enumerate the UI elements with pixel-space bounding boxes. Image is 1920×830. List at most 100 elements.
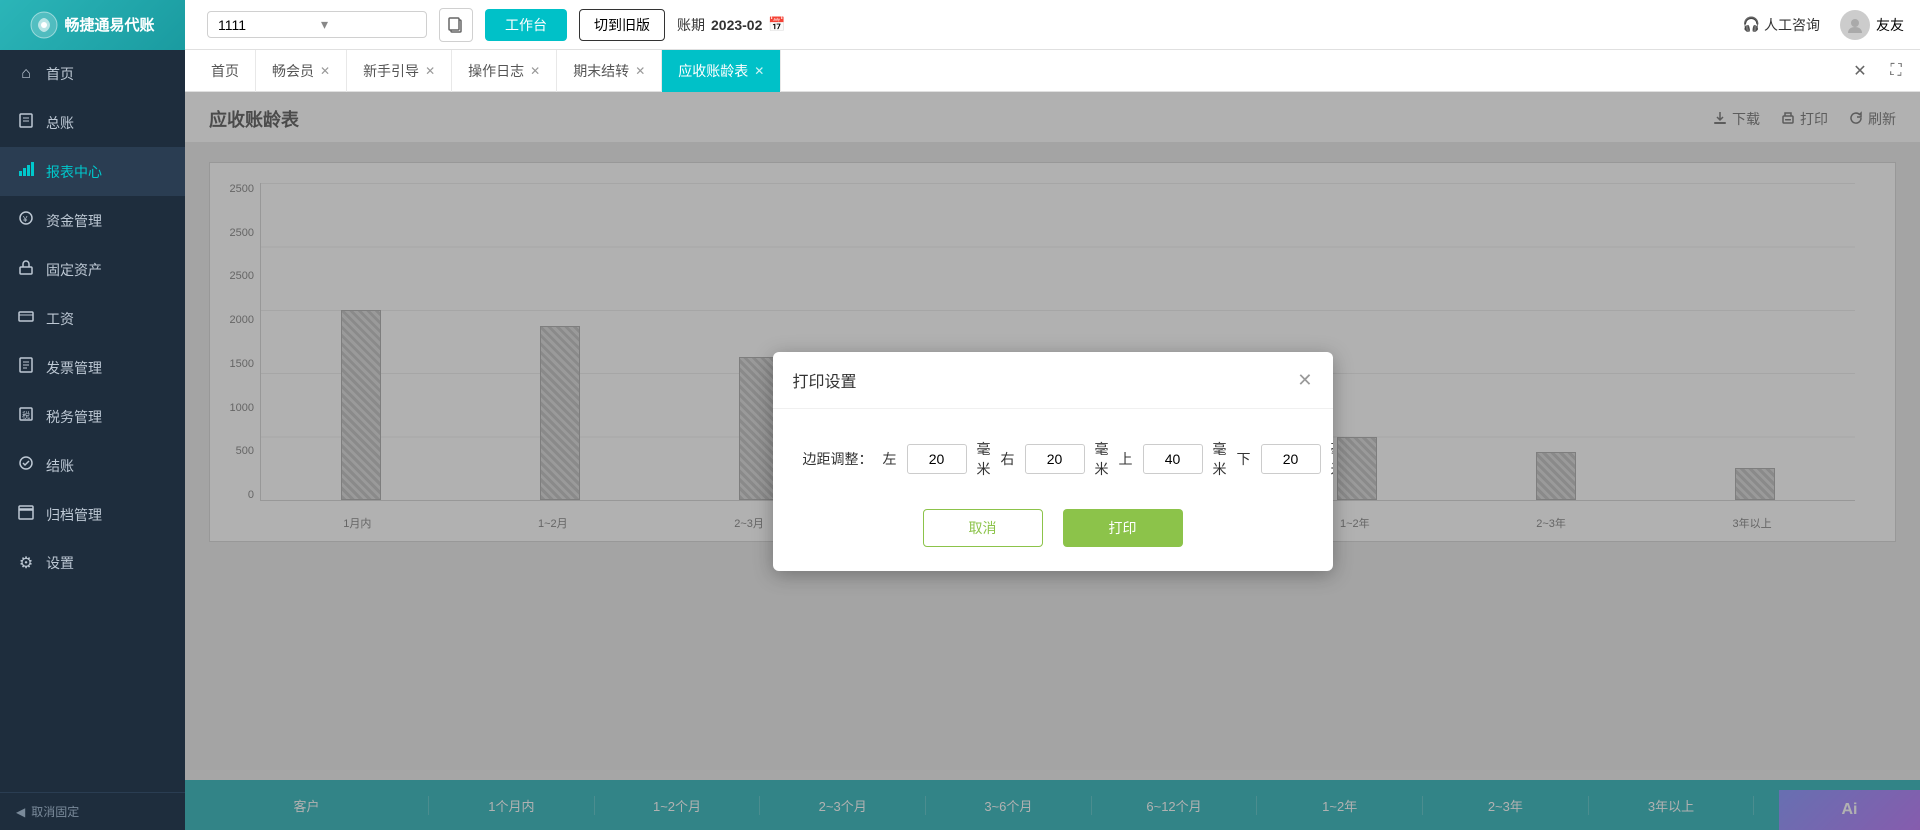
copy-button[interactable]	[439, 8, 473, 42]
print-confirm-button[interactable]: 打印	[1063, 509, 1183, 547]
tab-close-guide[interactable]: ✕	[425, 65, 435, 77]
calendar-icon[interactable]: 📅	[768, 16, 785, 33]
sidebar-item-assets[interactable]: 固定资产	[0, 245, 185, 294]
left-direction-label: 左	[883, 449, 897, 469]
dialog-header: 打印设置 ✕	[773, 352, 1333, 409]
sidebar: ⌂ 首页 总账 报表中心 ¥ 资金管理	[0, 50, 185, 830]
right-unit: 毫米	[1095, 439, 1109, 479]
unpin-label: 取消固定	[31, 803, 79, 820]
tab-oplog[interactable]: 操作日志 ✕	[452, 50, 557, 92]
sidebar-item-label: 资金管理	[46, 211, 102, 231]
ledger-icon	[16, 112, 36, 133]
sidebar-item-reports[interactable]: 报表中心	[0, 147, 185, 196]
tab-member[interactable]: 畅会员 ✕	[256, 50, 347, 92]
funds-icon: ¥	[16, 210, 36, 231]
consult-label: 人工咨询	[1764, 15, 1820, 35]
modal-overlay: 打印设置 ✕ 边距调整： 左 毫米 右 毫米 上	[185, 92, 1920, 830]
sidebar-item-label: 归档管理	[46, 505, 102, 525]
sidebar-item-home[interactable]: ⌂ 首页	[0, 50, 185, 98]
margin-row: 边距调整： 左 毫米 右 毫米 上 毫米 下 毫米	[803, 439, 1303, 479]
top-margin-input[interactable]	[1143, 444, 1203, 474]
dialog-title: 打印设置	[793, 368, 857, 392]
archive-icon	[16, 504, 36, 525]
margin-label: 边距调整：	[803, 449, 873, 469]
period-area: 账期 2023-02 📅	[677, 15, 786, 35]
cancel-button[interactable]: 取消	[923, 509, 1043, 547]
tab-label: 畅会员	[272, 61, 314, 81]
dropdown-icon: ▾	[321, 16, 416, 33]
tab-close-oplog[interactable]: ✕	[530, 65, 540, 77]
settle-icon	[16, 455, 36, 476]
tab-label: 应收账龄表	[678, 61, 748, 81]
sidebar-item-label: 首页	[46, 64, 74, 84]
tab-label: 期末结转	[573, 61, 629, 81]
header-right: 🎧 人工咨询 友友	[1743, 10, 1904, 40]
bottom-unit: 毫米	[1331, 439, 1333, 479]
period-label: 账期	[677, 15, 705, 35]
sidebar-item-label: 总账	[46, 113, 74, 133]
sidebar-item-settings[interactable]: ⚙ 设置	[0, 539, 185, 587]
company-name: 1111	[218, 17, 313, 33]
tab-close-yearend[interactable]: ✕	[635, 65, 645, 77]
sidebar-item-settle[interactable]: 结账	[0, 441, 185, 490]
sidebar-item-label: 发票管理	[46, 358, 102, 378]
left-unit: 毫米	[977, 439, 991, 479]
app-header: 畅捷通易代账 1111 ▾ 工作台 切到旧版 账期 2023-02 📅 🎧 人工…	[0, 0, 1920, 50]
dialog-close-button[interactable]: ✕	[1297, 371, 1312, 389]
tab-label: 操作日志	[468, 61, 524, 81]
sidebar-item-label: 税务管理	[46, 407, 102, 427]
payroll-icon	[16, 308, 36, 329]
bottom-margin-input[interactable]	[1261, 444, 1321, 474]
consult-button[interactable]: 🎧 人工咨询	[1743, 15, 1820, 35]
tab-aging[interactable]: 应收账龄表 ✕	[662, 50, 781, 92]
avatar	[1840, 10, 1870, 40]
sidebar-item-label: 结账	[46, 456, 74, 476]
print-settings-dialog: 打印设置 ✕ 边距调整： 左 毫米 右 毫米 上	[773, 352, 1333, 571]
tab-close-member[interactable]: ✕	[320, 65, 330, 77]
headset-icon: 🎧	[1743, 16, 1760, 33]
close-tab-button[interactable]: ✕	[1846, 57, 1874, 85]
home-icon: ⌂	[16, 65, 36, 83]
tabs-bar: 首页 畅会员 ✕ 新手引导 ✕ 操作日志 ✕ 期末结转 ✕ 应收账龄表 ✕	[185, 50, 1920, 92]
right-margin-input[interactable]	[1025, 444, 1085, 474]
app-logo: 畅捷通易代账	[0, 0, 185, 50]
tab-close-aging[interactable]: ✕	[754, 65, 764, 77]
top-direction-label: 上	[1119, 449, 1133, 469]
period-value: 2023-02	[711, 17, 762, 33]
reports-icon	[16, 161, 36, 182]
workbench-button[interactable]: 工作台	[485, 9, 567, 41]
page-body: 应收账龄表 下载 打印	[185, 92, 1920, 830]
switch-version-button[interactable]: 切到旧版	[579, 9, 665, 41]
company-selector[interactable]: 1111 ▾	[207, 11, 427, 38]
left-margin-input[interactable]	[907, 444, 967, 474]
sidebar-item-archive[interactable]: 归档管理	[0, 490, 185, 539]
svg-text:税: 税	[22, 410, 30, 420]
tab-guide[interactable]: 新手引导 ✕	[347, 50, 452, 92]
sidebar-item-payroll[interactable]: 工资	[0, 294, 185, 343]
app-layout: ⌂ 首页 总账 报表中心 ¥ 资金管理	[0, 50, 1920, 830]
assets-icon	[16, 259, 36, 280]
bottom-direction-label: 下	[1237, 449, 1251, 469]
sidebar-item-label: 设置	[46, 553, 74, 573]
svg-text:¥: ¥	[22, 215, 28, 224]
sidebar-item-ledger[interactable]: 总账	[0, 98, 185, 147]
dialog-footer: 取消 打印	[773, 499, 1333, 571]
dialog-body: 边距调整： 左 毫米 右 毫米 上 毫米 下 毫米	[773, 409, 1333, 499]
sidebar-item-label: 固定资产	[46, 260, 102, 280]
tabs-actions: ✕ ⛶	[1846, 57, 1910, 85]
tab-home[interactable]: 首页	[195, 50, 256, 92]
tab-label: 新手引导	[363, 61, 419, 81]
sidebar-footer[interactable]: ◀ 取消固定	[0, 792, 185, 830]
sidebar-item-invoice[interactable]: 发票管理	[0, 343, 185, 392]
unpin-icon: ◀	[16, 805, 25, 819]
sidebar-item-tax[interactable]: 税 税务管理	[0, 392, 185, 441]
sidebar-scroll: ⌂ 首页 总账 报表中心 ¥ 资金管理	[0, 50, 185, 792]
maximize-tab-button[interactable]: ⛶	[1882, 57, 1910, 85]
tab-label: 首页	[211, 61, 239, 81]
user-area[interactable]: 友友	[1840, 10, 1904, 40]
sidebar-item-label: 报表中心	[46, 162, 102, 182]
tab-yearend[interactable]: 期末结转 ✕	[557, 50, 662, 92]
sidebar-item-funds[interactable]: ¥ 资金管理	[0, 196, 185, 245]
tax-icon: 税	[16, 406, 36, 427]
main-content: 首页 畅会员 ✕ 新手引导 ✕ 操作日志 ✕ 期末结转 ✕ 应收账龄表 ✕	[185, 50, 1920, 830]
